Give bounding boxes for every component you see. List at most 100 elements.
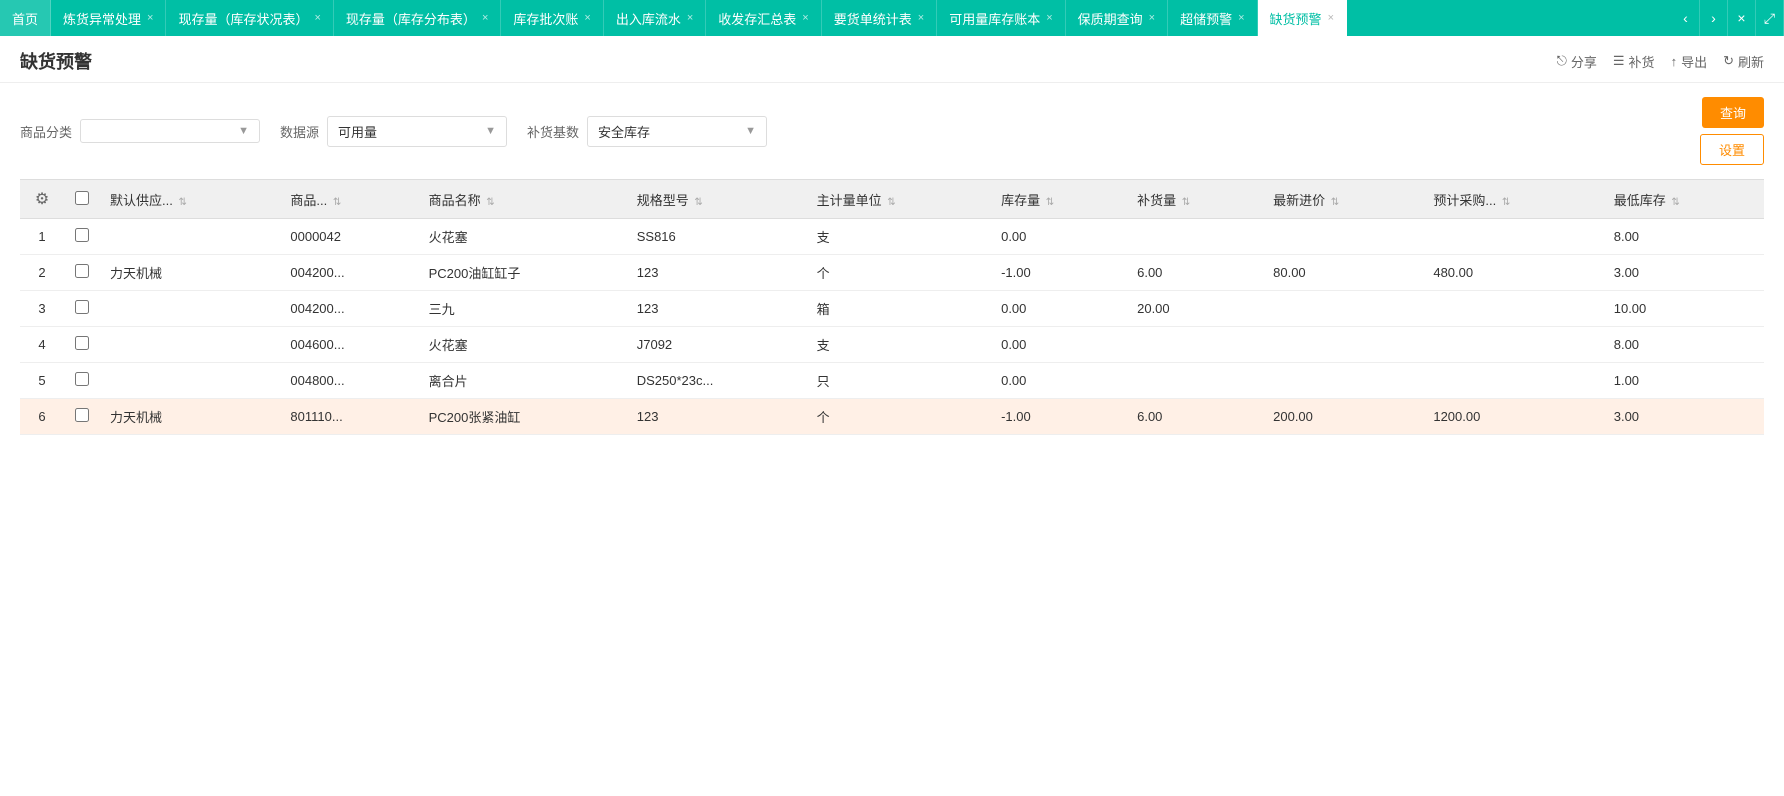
- page-header: 缺货预警 ⎋ 分享 ☰ 补货 ↑ 导出 ↻ 刷新: [0, 36, 1784, 83]
- row-replenish-6: 6.00: [1127, 399, 1263, 435]
- filter-actions: 查询 设置: [1700, 97, 1764, 165]
- th-latest-price-label: 最新进价: [1273, 193, 1325, 208]
- nav-tab-xian-cun-status-close[interactable]: ×: [314, 12, 320, 24]
- row-checkbox-2[interactable]: [75, 264, 89, 278]
- th-product-name-label: 商品名称: [429, 193, 481, 208]
- row-unit-4: 支: [807, 327, 991, 363]
- row-spec-1: SS816: [627, 219, 807, 255]
- settings-gear-icon[interactable]: ⚙: [35, 191, 49, 208]
- row-stock-4: 0.00: [991, 327, 1127, 363]
- nav-tab-lian-huo[interactable]: 炼货异常处理 ×: [51, 0, 166, 36]
- nav-tab-bao-zhi-qi-close[interactable]: ×: [1149, 12, 1155, 24]
- row-product-name-3: 三九: [419, 291, 627, 327]
- row-checkbox-cell-4: [64, 327, 100, 363]
- query-button[interactable]: 查询: [1702, 97, 1764, 128]
- nav-tab-ku-cun-pi[interactable]: 库存批次账 ×: [501, 0, 603, 36]
- row-latest-price-1: [1263, 219, 1423, 255]
- table-row: 2 力天机械 004200... PC200油缸缸子 123 个 -1.00 6…: [20, 255, 1764, 291]
- datasource-select[interactable]: 可用量 ▼: [327, 116, 507, 147]
- latest-price-sort-icon[interactable]: ⇅: [1331, 197, 1339, 208]
- row-latest-price-4: [1263, 327, 1423, 363]
- nav-tab-chao-chu-close[interactable]: ×: [1238, 12, 1244, 24]
- est-purchase-sort-icon[interactable]: ⇅: [1502, 197, 1510, 208]
- nav-expand-btn[interactable]: ⤢: [1756, 0, 1784, 36]
- th-est-purchase: 预计采购... ⇅: [1423, 180, 1603, 219]
- nav-tab-shou-fa-cun-close[interactable]: ×: [802, 12, 808, 24]
- replenish-base-select[interactable]: 安全库存 ▼: [587, 116, 767, 147]
- replenish-base-filter-group: 补货基数 安全库存 ▼: [527, 116, 767, 147]
- row-product-code-4: 004600...: [280, 327, 418, 363]
- row-stock-5: 0.00: [991, 363, 1127, 399]
- refresh-button[interactable]: ↻ 刷新: [1723, 52, 1764, 71]
- nav-tab-ku-cun-pi-close[interactable]: ×: [584, 12, 590, 24]
- th-gear: ⚙: [20, 180, 64, 219]
- nav-tab-shou-fa-cun[interactable]: 收发存汇总表 ×: [706, 0, 821, 36]
- nav-tab-chu-ru-ku-close[interactable]: ×: [687, 12, 693, 24]
- datasource-filter-group: 数据源 可用量 ▼: [280, 116, 507, 147]
- nav-tab-xian-cun-dist-label: 现存量（库存分布表）: [346, 9, 476, 28]
- share-button[interactable]: ⎋ 分享: [1557, 52, 1597, 71]
- row-checkbox-1[interactable]: [75, 228, 89, 242]
- nav-arrows: ‹ › × ⤢: [1672, 0, 1784, 36]
- nav-tab-xian-cun-status[interactable]: 现存量（库存状况表） ×: [166, 0, 333, 36]
- nav-tab-home-label: 首页: [12, 9, 38, 28]
- nav-tab-que-huo-close[interactable]: ×: [1328, 12, 1334, 24]
- nav-tab-bao-zhi-qi[interactable]: 保质期查询 ×: [1066, 0, 1168, 36]
- row-checkbox-4[interactable]: [75, 336, 89, 350]
- nav-prev-btn[interactable]: ‹: [1672, 0, 1700, 36]
- nav-close-btn[interactable]: ×: [1728, 0, 1756, 36]
- th-stock-label: 库存量: [1001, 193, 1040, 208]
- th-unit: 主计量单位 ⇅: [807, 180, 991, 219]
- datasource-label: 数据源: [280, 122, 319, 141]
- row-min-stock-2: 3.00: [1604, 255, 1764, 291]
- nav-tab-xian-cun-dist[interactable]: 现存量（库存分布表） ×: [334, 0, 501, 36]
- row-checkbox-3[interactable]: [75, 300, 89, 314]
- spec-sort-icon[interactable]: ⇅: [694, 197, 702, 208]
- filter-area: 商品分类 ▼ 数据源 可用量 ▼ 补货基数 安全库存 ▼ 查询 设置: [0, 83, 1784, 179]
- product-code-sort-icon[interactable]: ⇅: [333, 197, 341, 208]
- nav-tab-ke-yong-liang[interactable]: 可用量库存账本 ×: [937, 0, 1065, 36]
- share-label: 分享: [1571, 52, 1597, 71]
- supplier-sort-icon[interactable]: ⇅: [178, 197, 186, 208]
- row-checkbox-5[interactable]: [75, 372, 89, 386]
- replenish-button[interactable]: ☰ 补货: [1613, 52, 1655, 71]
- row-unit-6: 个: [807, 399, 991, 435]
- select-all-checkbox[interactable]: [75, 191, 89, 205]
- nav-tab-ke-yong-liang-close[interactable]: ×: [1046, 12, 1052, 24]
- nav-tab-home[interactable]: 首页: [0, 0, 51, 36]
- th-supplier-label: 默认供应...: [110, 193, 173, 208]
- unit-sort-icon[interactable]: ⇅: [887, 197, 895, 208]
- stock-sort-icon[interactable]: ⇅: [1046, 197, 1054, 208]
- page-content: 缺货预警 ⎋ 分享 ☰ 补货 ↑ 导出 ↻ 刷新 商品分类: [0, 36, 1784, 796]
- replenish-base-chevron-down-icon: ▼: [745, 125, 756, 137]
- nav-tab-bao-zhi-qi-label: 保质期查询: [1078, 9, 1143, 28]
- export-button[interactable]: ↑ 导出: [1671, 52, 1708, 71]
- nav-tab-xian-cun-dist-close[interactable]: ×: [482, 12, 488, 24]
- nav-next-btn[interactable]: ›: [1700, 0, 1728, 36]
- share-icon: ⎋: [1557, 53, 1567, 69]
- replenish-sort-icon[interactable]: ⇅: [1182, 197, 1190, 208]
- nav-tab-yao-huo-dan[interactable]: 要货单统计表 ×: [822, 0, 937, 36]
- row-unit-1: 支: [807, 219, 991, 255]
- row-spec-4: J7092: [627, 327, 807, 363]
- nav-tab-shou-fa-cun-label: 收发存汇总表: [718, 9, 796, 28]
- nav-tab-lian-huo-close[interactable]: ×: [147, 12, 153, 24]
- row-spec-2: 123: [627, 255, 807, 291]
- row-replenish-4: [1127, 327, 1263, 363]
- min-stock-sort-icon[interactable]: ⇅: [1671, 197, 1679, 208]
- row-supplier-4: [100, 327, 280, 363]
- row-checkbox-6[interactable]: [75, 408, 89, 422]
- row-checkbox-cell-2: [64, 255, 100, 291]
- row-est-purchase-5: [1423, 363, 1603, 399]
- row-supplier-5: [100, 363, 280, 399]
- product-name-sort-icon[interactable]: ⇅: [486, 197, 494, 208]
- row-spec-3: 123: [627, 291, 807, 327]
- row-index-4: 4: [20, 327, 64, 363]
- nav-tab-yao-huo-dan-close[interactable]: ×: [918, 12, 924, 24]
- nav-tab-chao-chu[interactable]: 超储预警 ×: [1168, 0, 1257, 36]
- settings-button[interactable]: 设置: [1700, 134, 1764, 165]
- category-select[interactable]: ▼: [80, 119, 260, 143]
- nav-tab-que-huo[interactable]: 缺货预警 ×: [1258, 0, 1347, 36]
- th-replenish-label: 补货量: [1137, 193, 1176, 208]
- nav-tab-chu-ru-ku[interactable]: 出入库流水 ×: [604, 0, 706, 36]
